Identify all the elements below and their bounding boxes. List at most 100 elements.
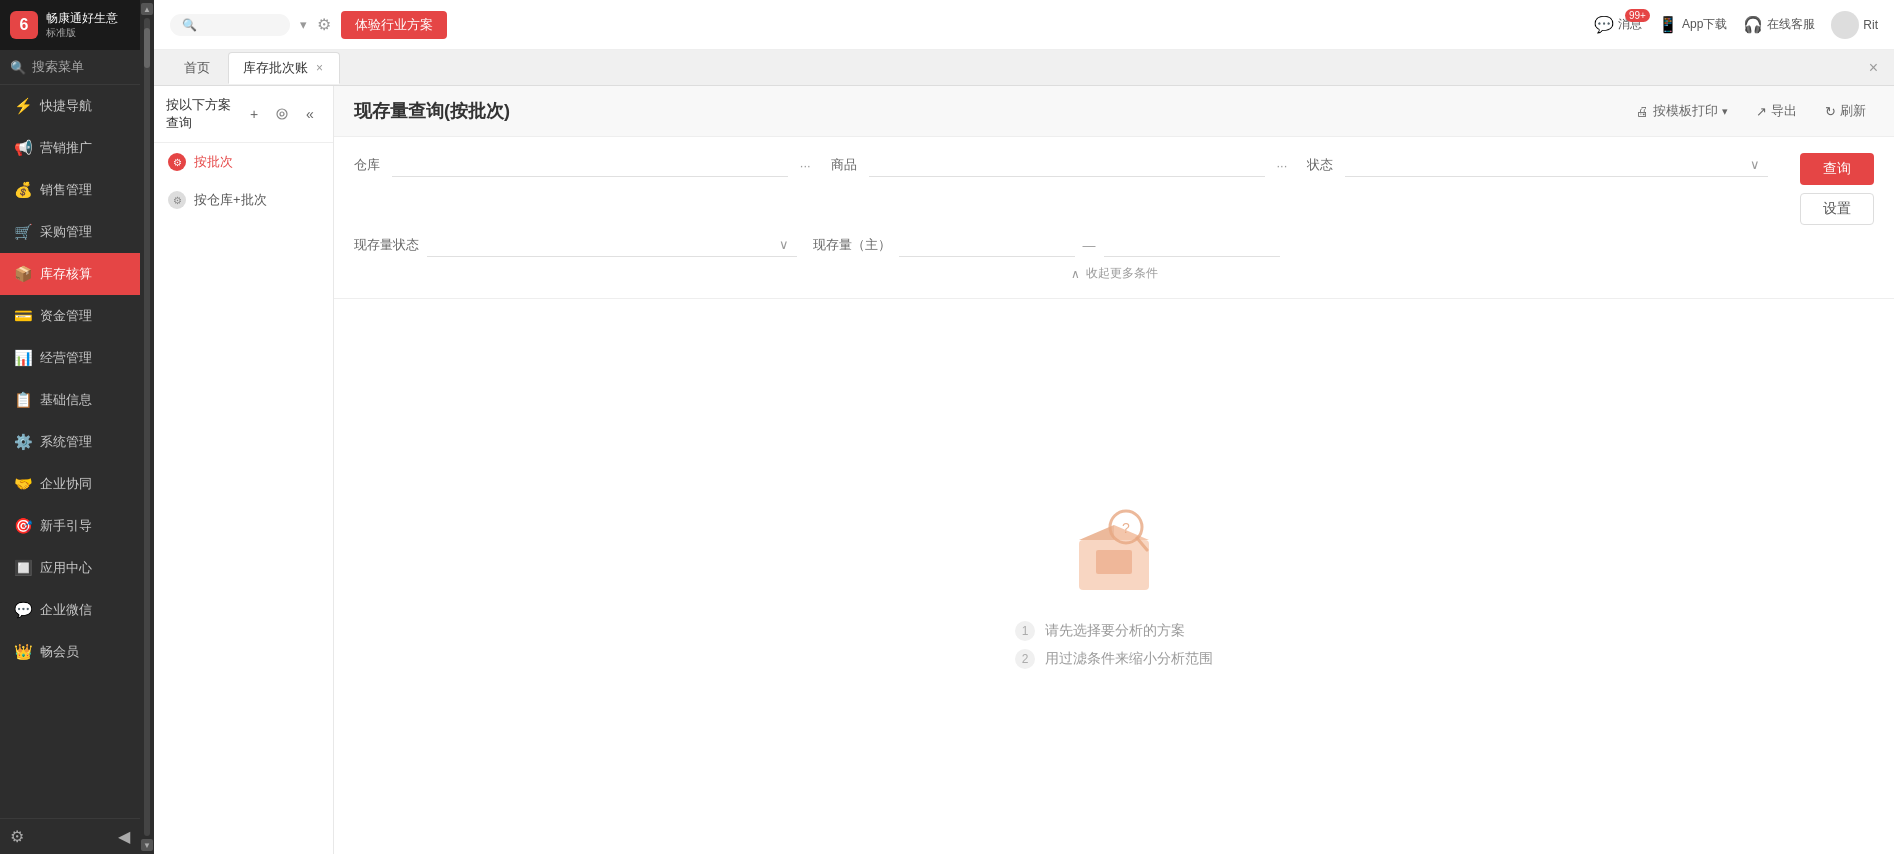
- sidebar-item-newbie[interactable]: 🎯 新手引导: [0, 505, 140, 547]
- scroll-track: [144, 18, 150, 836]
- empty-step-2: 2 用过滤条件来缩小分析范围: [1015, 649, 1213, 669]
- collapse-more-btn[interactable]: ∧ 收起更多条件: [354, 257, 1874, 290]
- collapse-sidebar-icon[interactable]: ◀: [118, 827, 130, 846]
- query-button[interactable]: 查询: [1800, 153, 1874, 185]
- nav-label: 采购管理: [40, 223, 92, 241]
- scheme-label: 按批次: [194, 153, 233, 171]
- collapse-panel-btn[interactable]: «: [299, 103, 321, 125]
- page-header: 现存量查询(按批次) 🖨 按模板打印 ▾ ↗ 导出 ↻ 刷新: [334, 86, 1894, 137]
- inventory-qty-label: 现存量（主）: [813, 236, 891, 254]
- topbar-right: 💬 消息 99+ 📱 App下载 🎧 在线客服 Rit: [1594, 11, 1878, 39]
- warehouse-input[interactable]: [392, 153, 788, 177]
- product-input[interactable]: [869, 153, 1265, 177]
- print-icon: 🖨: [1636, 104, 1649, 119]
- refresh-label: 刷新: [1840, 102, 1866, 120]
- left-panel-header: 按以下方案查询 + «: [154, 86, 333, 143]
- nav-label: 快捷导航: [40, 97, 92, 115]
- status-select[interactable]: ∨: [1345, 153, 1768, 177]
- svg-point-1: [280, 112, 284, 116]
- inventory-qty-max-input[interactable]: [1104, 233, 1280, 257]
- content-area: 按以下方案查询 + « ⚙ 按批次: [154, 86, 1894, 854]
- nav-icon: 🎯: [14, 517, 32, 535]
- scheme-settings-btn[interactable]: [271, 103, 293, 125]
- sidebar-item-app-center[interactable]: 🔲 应用中心: [0, 547, 140, 589]
- export-btn[interactable]: ↗ 导出: [1748, 98, 1805, 124]
- settings-icon[interactable]: ⚙: [10, 827, 24, 846]
- sidebar-item-system[interactable]: ⚙️ 系统管理: [0, 421, 140, 463]
- nav-label: 营销推广: [40, 139, 92, 157]
- sidebar-scrollbar: ▲ ▼: [140, 0, 154, 854]
- nav-label: 企业微信: [40, 601, 92, 619]
- nav-icon: 💳: [14, 307, 32, 325]
- tab-home[interactable]: 首页: [170, 52, 224, 84]
- sidebar-item-purchase[interactable]: 🛒 采购管理: [0, 211, 140, 253]
- warehouse-dots-btn[interactable]: ···: [796, 156, 815, 175]
- tab-home-label: 首页: [184, 59, 210, 77]
- topbar-search[interactable]: 🔍: [170, 14, 290, 36]
- tab-close-icon[interactable]: ×: [314, 61, 325, 75]
- sidebar-item-quick-nav[interactable]: ⚡ 快捷导航: [0, 85, 140, 127]
- sidebar-footer: ⚙ ◀: [0, 818, 140, 854]
- export-icon: ↗: [1756, 104, 1767, 119]
- left-panel-wrapper: 按以下方案查询 + « ⚙ 按批次: [154, 86, 334, 854]
- sidebar-item-marketing[interactable]: 📢 营销推广: [0, 127, 140, 169]
- filter-area: 仓库 ··· 商品 ··· 状态: [334, 137, 1894, 298]
- sidebar-item-collab[interactable]: 🤝 企业协同: [0, 463, 140, 505]
- messages-item[interactable]: 💬 消息 99+: [1594, 15, 1642, 34]
- inventory-status-select[interactable]: ∨: [427, 233, 797, 257]
- messages-icon: 💬: [1594, 15, 1614, 34]
- nav-label: 企业协同: [40, 475, 92, 493]
- nav-icon: 👑: [14, 643, 32, 661]
- topbar-gear-icon[interactable]: ⚙: [317, 15, 331, 34]
- sidebar-item-base-info[interactable]: 📋 基础信息: [0, 379, 140, 421]
- nav-label: 新手引导: [40, 517, 92, 535]
- scheme-icon-red: ⚙: [168, 153, 186, 171]
- nav-icon: 📦: [14, 265, 32, 283]
- svg-marker-4: [1114, 525, 1149, 540]
- scheme-item-by-warehouse-batch[interactable]: ⚙ 按仓库+批次: [154, 181, 333, 219]
- step-2-text: 用过滤条件来缩小分析范围: [1045, 650, 1213, 668]
- nav-icon: 🤝: [14, 475, 32, 493]
- sidebar-item-finance[interactable]: 💳 资金管理: [0, 295, 140, 337]
- nav-label: 销售管理: [40, 181, 92, 199]
- product-dots-btn[interactable]: ···: [1273, 156, 1292, 175]
- sidebar-item-member[interactable]: 👑 畅会员: [0, 631, 140, 673]
- left-panel-title: 按以下方案查询: [166, 96, 243, 132]
- inventory-qty-min-input[interactable]: [899, 233, 1075, 257]
- user-profile-item[interactable]: Rit: [1831, 11, 1878, 39]
- product-label: 商品: [831, 156, 861, 174]
- topbar-dropdown-icon[interactable]: ▾: [300, 17, 307, 32]
- nav-icon: 📢: [14, 139, 32, 157]
- inventory-status-label: 现存量状态: [354, 236, 419, 254]
- sidebar-item-operations[interactable]: 📊 经营管理: [0, 337, 140, 379]
- nav-label: 资金管理: [40, 307, 92, 325]
- sidebar-item-wechat[interactable]: 💬 企业微信: [0, 589, 140, 631]
- sidebar-nav: ⚡ 快捷导航 📢 营销推广 💰 销售管理 🛒 采购管理 📦 库存核算 💳 资金管…: [0, 85, 140, 818]
- print-btn[interactable]: 🖨 按模板打印 ▾: [1628, 98, 1736, 124]
- add-scheme-btn[interactable]: +: [243, 103, 265, 125]
- experience-btn[interactable]: 体验行业方案: [341, 11, 447, 39]
- sidebar-item-sales[interactable]: 💰 销售管理: [0, 169, 140, 211]
- scroll-up-btn[interactable]: ▲: [141, 3, 153, 15]
- search-icon: 🔍: [10, 60, 26, 75]
- nav-icon: 🛒: [14, 223, 32, 241]
- online-support-item[interactable]: 🎧 在线客服: [1743, 15, 1815, 34]
- online-support-label: 在线客服: [1767, 16, 1815, 33]
- sidebar-header: 6 畅康通好生意 标准版: [0, 0, 140, 50]
- settings-button[interactable]: 设置: [1800, 193, 1874, 225]
- scroll-thumb: [144, 28, 150, 68]
- range-separator: —: [1083, 238, 1096, 253]
- app-download-item[interactable]: 📱 App下载: [1658, 15, 1727, 34]
- scroll-down-btn[interactable]: ▼: [141, 839, 153, 851]
- print-dropdown-icon[interactable]: ▾: [1722, 105, 1728, 118]
- close-all-tabs-btn[interactable]: ×: [1869, 59, 1878, 77]
- sidebar: 6 畅康通好生意 标准版 🔍 搜索菜单 ⚡ 快捷导航 📢 营销推广 💰 销售管理…: [0, 0, 140, 854]
- tab-inventory-batch[interactable]: 库存批次账 ×: [228, 52, 340, 84]
- svg-rect-5: [1096, 550, 1132, 574]
- refresh-btn[interactable]: ↻ 刷新: [1817, 98, 1874, 124]
- scheme-item-by-batch[interactable]: ⚙ 按批次: [154, 143, 333, 181]
- sidebar-search[interactable]: 🔍 搜索菜单: [0, 50, 140, 85]
- sidebar-item-inventory[interactable]: 📦 库存核算: [0, 253, 140, 295]
- app-title: 畅康通好生意 标准版: [46, 11, 118, 40]
- status-dropdown-icon: ∨: [1750, 157, 1760, 172]
